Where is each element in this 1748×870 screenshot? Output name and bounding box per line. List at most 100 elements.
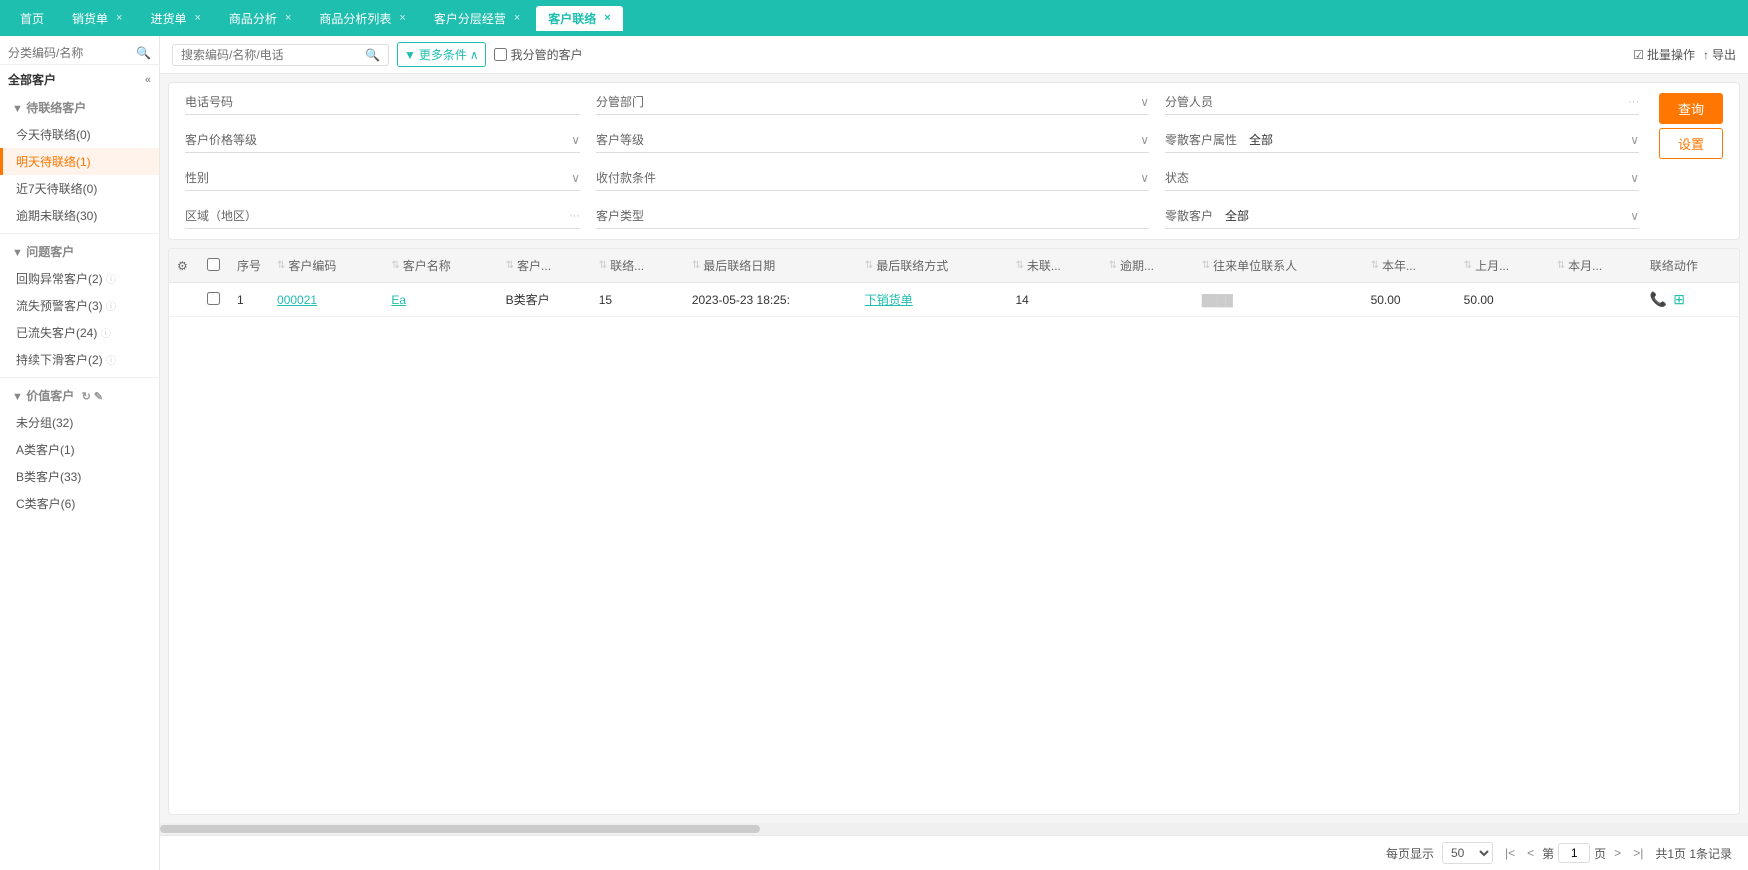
close-customer-contact-icon[interactable]: × [604,12,610,24]
cell-name[interactable]: Ea [383,283,497,317]
sidebar-already-lost[interactable]: 已流失客户(24) ⓘ [0,319,159,346]
th-last-method[interactable]: ⇅最后联络方式 [857,249,1008,283]
sidebar-today-contact[interactable]: 今天待联络(0) [0,121,159,148]
sidebar-week-contact[interactable]: 近7天待联络(0) [0,175,159,202]
close-purchase-icon[interactable]: × [194,12,200,24]
search-input[interactable] [181,48,361,62]
filter-more-btn[interactable]: ▼ 更多条件 ∧ [397,42,486,67]
dept-select[interactable]: 分管部门 ∨ [596,93,1149,115]
last-method-link[interactable]: 下销货单 [865,293,913,307]
search-box[interactable]: 🔍 [172,44,389,66]
phone-field[interactable]: 电话号码 [185,93,580,115]
sidebar-search-box[interactable]: 🔍 [0,42,159,65]
sidebar-search-icon[interactable]: 🔍 [136,46,151,60]
sort-contacts-icon: ⇅ [599,260,607,271]
close-product-analysis-icon[interactable]: × [285,12,291,24]
sidebar-unclassified[interactable]: 未分组(32) [0,409,159,436]
customer-level-select[interactable]: 客户等级 ∨ [596,131,1149,153]
customer-code-link[interactable]: 000021 [277,293,317,307]
th-action: 联络动作 [1642,249,1739,283]
th-type[interactable]: ⇅客户... [498,249,591,283]
nav-sales[interactable]: 销货单 × [60,6,134,31]
my-customers-checkbox[interactable] [494,48,507,61]
search-icon[interactable]: 🔍 [365,48,380,62]
row-checkbox[interactable] [207,292,220,305]
th-contacts[interactable]: ⇅联络... [591,249,684,283]
page-label-before: 第 [1542,845,1554,862]
nav-customer-tier[interactable]: 客户分层经营 × [422,6,532,31]
first-page-btn[interactable]: |< [1501,844,1519,862]
divider-1 [0,233,159,234]
sidebar-class-a[interactable]: A类客户(1) [0,436,159,463]
th-settings[interactable]: ⚙ [169,249,199,283]
nav-home[interactable]: 首页 [8,6,56,31]
batch-btn[interactable]: ☑ 批量操作 [1633,46,1695,63]
payment-select[interactable]: 收付款条件 ∨ [596,169,1149,191]
select-all-checkbox[interactable] [207,258,220,271]
gender-select[interactable]: 性别 ∨ [185,169,580,191]
th-company-contact[interactable]: ⇅往来单位联系人 [1194,249,1363,283]
sidebar-continuous-decline[interactable]: 持续下滑客户(2) ⓘ [0,346,159,373]
customer-name-link[interactable]: Ea [391,293,406,307]
sidebar-class-c[interactable]: C类客户(6) [0,490,159,517]
nav-purchase[interactable]: 进货单 × [138,6,212,31]
region-dots-icon[interactable]: ··· [569,210,580,222]
close-product-analysis-list-icon[interactable]: × [399,12,405,24]
person-dots-icon[interactable]: ··· [1628,96,1639,108]
nav-product-analysis[interactable]: 商品分析 × [217,6,303,31]
export-btn[interactable]: ↑ 导出 [1703,46,1736,63]
close-sales-icon[interactable]: × [116,12,122,24]
th-checkbox[interactable] [199,249,229,283]
set-btn[interactable]: 设置 [1659,128,1723,159]
all-customers-header[interactable]: 全部客户 « [0,65,159,94]
retail-customer-select[interactable]: 零散客户 全部 ∨ [1165,207,1639,229]
sidebar-repeat-abnormal[interactable]: 回购异常客户(2) ⓘ [0,265,159,292]
sidebar-overdue-contact[interactable]: 逾期未联络(30) [0,202,159,229]
nav-customer-contact[interactable]: 客户联络 × [536,6,622,31]
th-not-contacted[interactable]: ⇅未联... [1008,249,1101,283]
nav-product-analysis-list[interactable]: 商品分析列表 × [307,6,417,31]
sidebar-search-input[interactable] [8,46,132,60]
th-code[interactable]: ⇅客户编码 [269,249,383,283]
phone-action-icon[interactable]: 📞 [1650,291,1667,308]
customer-level-label: 客户等级 [596,131,644,148]
person-select[interactable]: 分管人员 ··· [1165,93,1639,115]
sort-not-contacted-icon: ⇅ [1016,260,1024,271]
th-last-date[interactable]: ⇅最后联络日期 [684,249,857,283]
sort-this-month-icon: ⇅ [1557,260,1565,271]
payment-arrow-icon: ∨ [1140,171,1149,185]
main-content: 🔍 ▼ 更多条件 ∧ 我分管的客户 ☑ 批量操作 ↑ 导出 [160,36,1748,870]
customer-type-select[interactable]: 客户类型 [596,207,1149,229]
scrollbar-thumb[interactable] [160,825,760,833]
sort-last-date-icon: ⇅ [692,260,700,271]
sidebar-tomorrow-contact[interactable]: 明天待联络(1) [0,148,159,175]
prev-page-btn[interactable]: < [1523,844,1538,862]
price-level-select[interactable]: 客户价格等级 ∨ [185,131,580,153]
status-select[interactable]: 状态 ∨ [1165,169,1639,191]
th-name[interactable]: ⇅客户名称 [383,249,497,283]
th-overdue[interactable]: ⇅逾期... [1101,249,1194,283]
query-btn[interactable]: 查询 [1659,93,1723,124]
region-select[interactable]: 区域（地区） ··· [185,207,580,229]
page-size-select[interactable]: 50 100 200 [1442,842,1493,864]
last-page-btn[interactable]: >| [1629,844,1647,862]
horizontal-scrollbar[interactable] [160,823,1748,835]
export-icon: ↑ [1703,48,1709,62]
my-customers-checkbox-label[interactable]: 我分管的客户 [494,46,583,63]
cell-code[interactable]: 000021 [269,283,383,317]
th-last-month[interactable]: ⇅上月... [1456,249,1549,283]
close-customer-tier-icon[interactable]: × [514,12,520,24]
page-input[interactable] [1558,843,1590,863]
sidebar-class-b[interactable]: B类客户(33) [0,463,159,490]
grid-action-icon[interactable]: ⊞ [1673,291,1685,308]
cell-last-method[interactable]: 下销货单 [857,283,1008,317]
phone-input[interactable] [253,95,580,109]
next-page-btn[interactable]: > [1610,844,1625,862]
cell-checkbox[interactable] [199,283,229,317]
sidebar-lost-warning[interactable]: 流失预警客户(3) ⓘ [0,292,159,319]
th-this-month[interactable]: ⇅本月... [1549,249,1642,283]
retail-attr-select[interactable]: 零散客户属性 全部 ∨ [1165,131,1639,153]
page-label-after: 页 [1594,845,1606,862]
batch-icon: ☑ [1633,48,1644,62]
th-this-year[interactable]: ⇅本年... [1363,249,1456,283]
